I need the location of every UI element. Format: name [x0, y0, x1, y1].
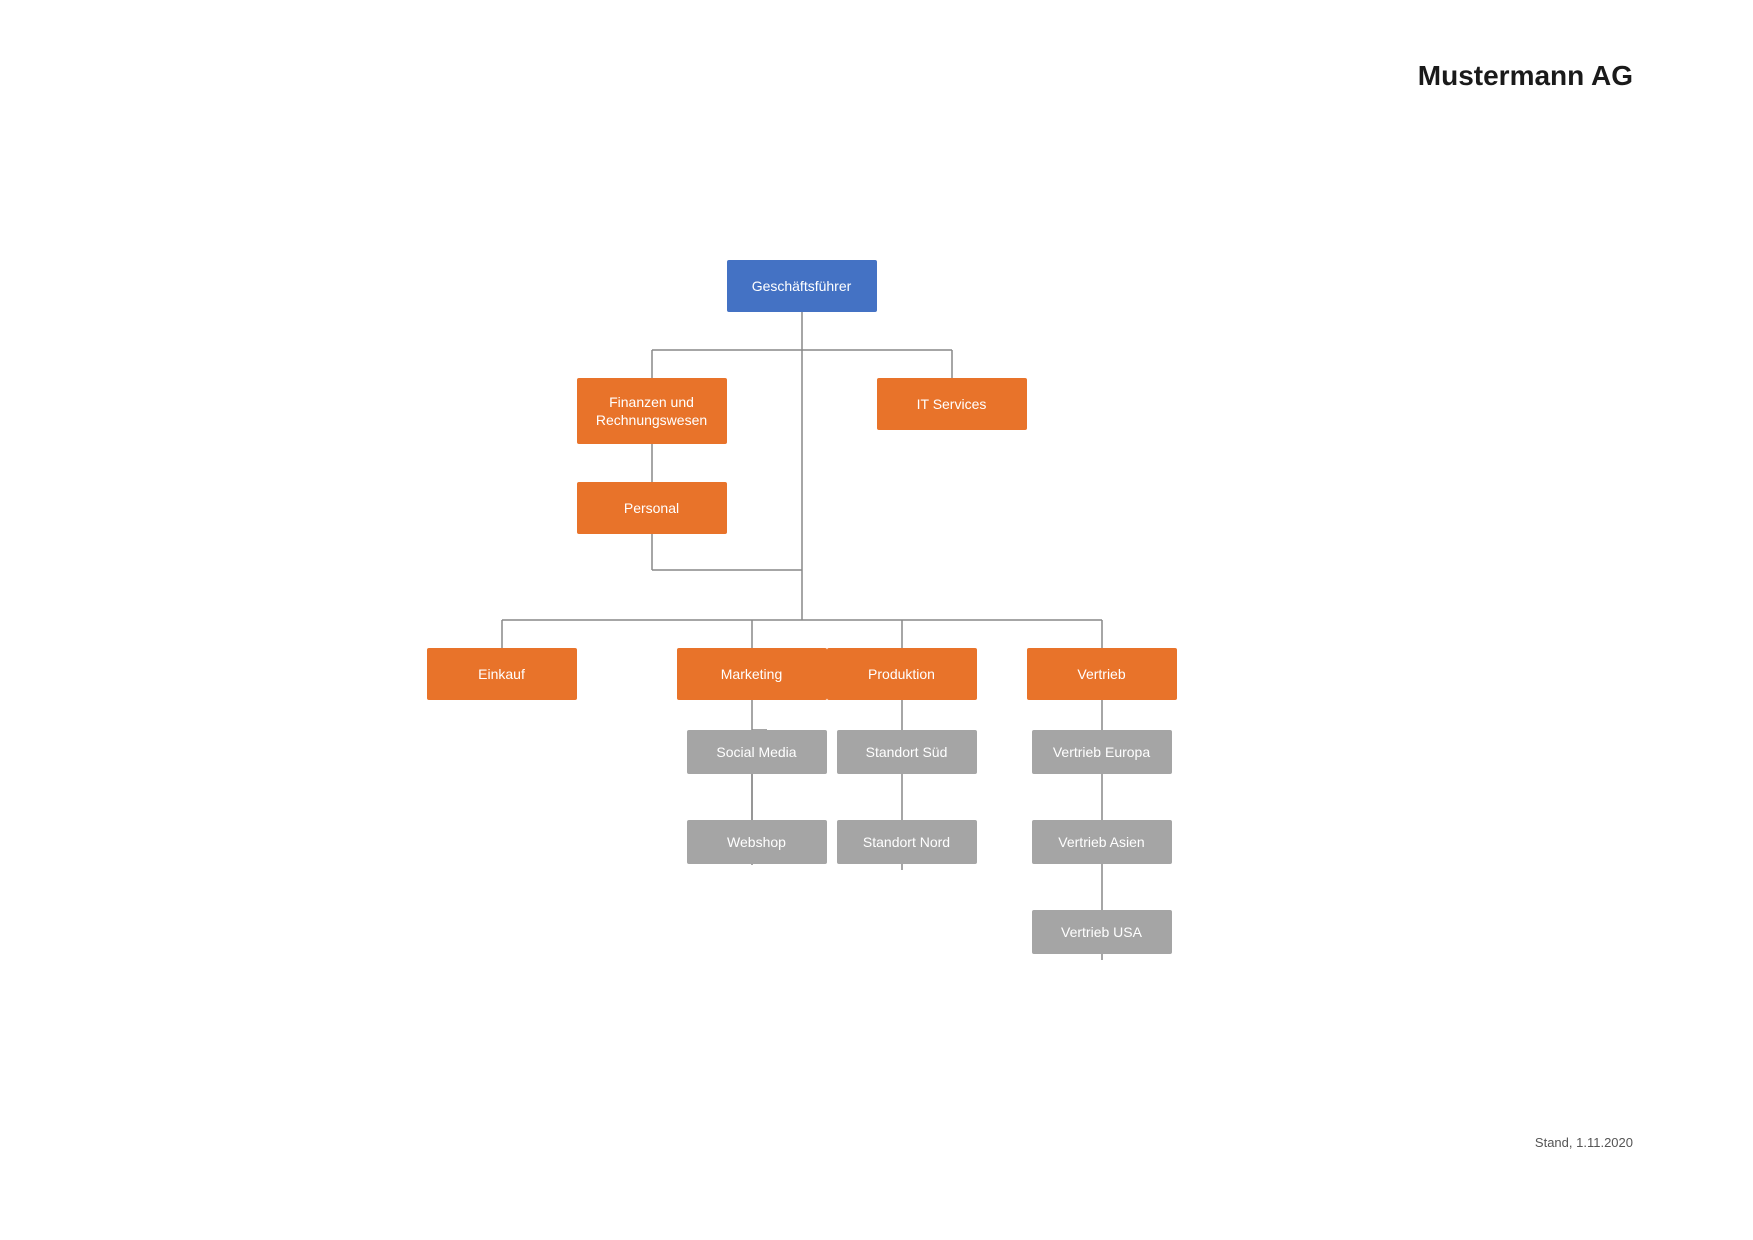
- node-standort-sued: Standort Süd: [837, 730, 977, 774]
- node-einkauf: Einkauf: [427, 648, 577, 700]
- node-it-services: IT Services: [877, 378, 1027, 430]
- node-vertrieb: Vertrieb: [1027, 648, 1177, 700]
- node-webshop: Webshop: [687, 820, 827, 864]
- node-finanzen: Finanzen und Rechnungswesen: [577, 378, 727, 444]
- page-title: Mustermann AG: [1418, 60, 1633, 92]
- node-vertrieb-usa: Vertrieb USA: [1032, 910, 1172, 954]
- node-marketing: Marketing: [677, 648, 827, 700]
- node-social-media: Social Media: [687, 730, 827, 774]
- node-vertrieb-asien: Vertrieb Asien: [1032, 820, 1172, 864]
- node-vertrieb-europa: Vertrieb Europa: [1032, 730, 1172, 774]
- node-standort-nord: Standort Nord: [837, 820, 977, 864]
- node-produktion: Produktion: [827, 648, 977, 700]
- node-geschaeftsfuehrer: Geschäftsführer: [727, 260, 877, 312]
- node-personal: Personal: [577, 482, 727, 534]
